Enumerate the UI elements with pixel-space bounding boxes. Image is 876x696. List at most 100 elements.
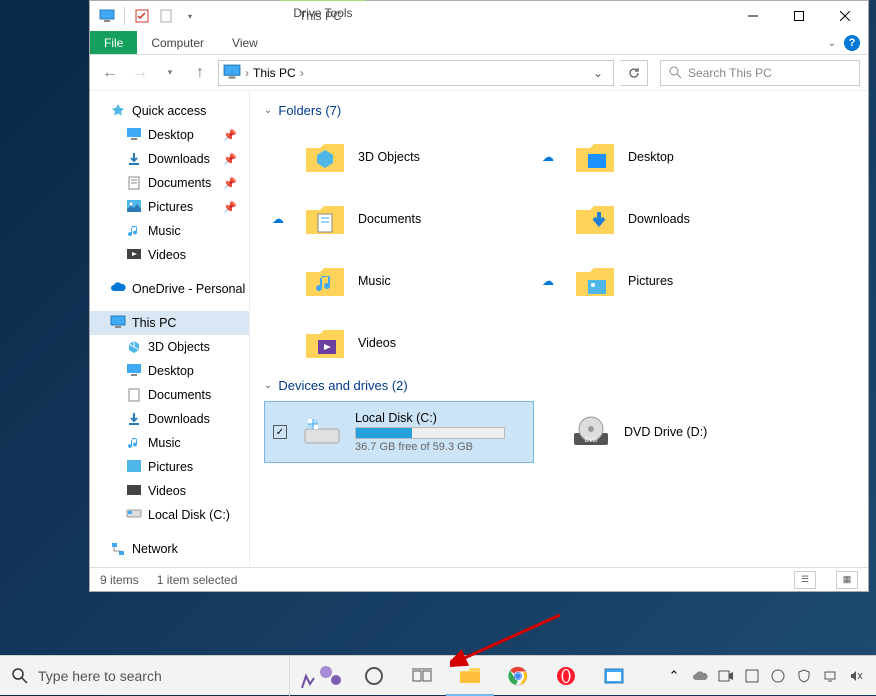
folder-3d-objects[interactable]: 3D Objects [264,126,534,188]
downloads-icon [126,151,142,167]
folder-downloads[interactable]: Downloads [534,188,804,250]
downloads-icon [126,411,142,427]
sidebar-onedrive[interactable]: OneDrive - Personal [90,277,249,301]
pin-icon: 📌 [223,177,237,190]
qat-dropdown-icon[interactable]: ▾ [181,7,199,25]
sidebar-pc-pictures[interactable]: Pictures [90,455,249,479]
chevron-down-icon: ⌄ [264,380,272,391]
ribbon-tabs: File Computer View ⌄ ? [90,31,868,55]
ribbon-help-area: ⌄ ? [828,35,860,51]
pictures-icon [126,199,142,215]
star-icon [110,103,126,119]
computer-tab[interactable]: Computer [137,31,218,54]
folder-documents-icon [304,198,346,240]
title-bar: ▾ This PC [90,1,868,31]
tray-overflow-icon[interactable]: ⌃ [662,656,686,696]
folder-desktop[interactable]: ☁ Desktop [534,126,804,188]
minimize-button[interactable] [730,1,776,31]
sidebar-pc-localdisk[interactable]: Local Disk (C:) [90,503,249,527]
status-item-count: 9 items [100,573,139,587]
sidebar-pc-music[interactable]: Music [90,431,249,455]
forward-button[interactable]: → [128,61,152,85]
sidebar-pc-documents[interactable]: Documents [90,383,249,407]
sidebar-pc-downloads[interactable]: Downloads [90,407,249,431]
address-thispc-icon [223,64,241,82]
qat-new-icon[interactable] [157,7,175,25]
sidebar-qa-desktop[interactable]: Desktop 📌 [90,123,249,147]
tray-language-icon[interactable] [766,656,790,696]
folder-videos[interactable]: Videos [264,312,534,374]
system-tray: ⌃ [662,656,876,696]
music-icon [126,435,142,451]
view-tab[interactable]: View [218,31,272,54]
address-dropdown-icon[interactable]: ⌄ [587,66,609,80]
sidebar-quick-access[interactable]: Quick access [90,99,249,123]
search-input[interactable]: Search This PC [660,60,860,86]
taskbar-opera[interactable] [542,656,590,696]
window-controls [730,1,868,31]
folder-documents[interactable]: ☁ Documents [264,188,534,250]
file-tab[interactable]: File [90,31,137,54]
checkbox-checked-icon[interactable]: ✓ [273,425,287,439]
tray-network-icon[interactable] [818,656,842,696]
content-pane[interactable]: ⌄ Folders (7) 3D Objects ☁ Desktop ☁ Doc… [250,91,868,567]
sidebar-qa-downloads[interactable]: Downloads 📌 [90,147,249,171]
addr-chevron-icon[interactable]: › [300,66,304,80]
pin-icon: 📌 [223,153,237,166]
address-bar[interactable]: › This PC › ⌄ [218,60,614,86]
thispc-icon [110,315,126,331]
sidebar-pc-3d[interactable]: 3D Objects [90,335,249,359]
tray-onedrive-icon[interactable] [688,656,712,696]
qat-properties-icon[interactable] [133,7,151,25]
taskbar-search[interactable]: Type here to search [0,656,290,696]
desktop-icon [126,363,142,379]
pin-icon: 📌 [223,129,237,142]
tray-app-icon[interactable] [740,656,764,696]
search-icon [669,66,682,79]
taskbar-app[interactable] [590,656,638,696]
tray-volume-icon[interactable] [844,656,868,696]
tray-meet-icon[interactable] [714,656,738,696]
refresh-button[interactable] [620,60,648,86]
back-button[interactable]: ← [98,61,122,85]
sidebar-qa-videos[interactable]: Videos [90,243,249,267]
taskbar-cortana[interactable] [350,656,398,696]
svg-text:DVD: DVD [585,438,598,444]
thispc-icon [98,7,116,25]
drive-tools-tab[interactable]: Drive Tools [280,1,366,25]
folders-group-header[interactable]: ⌄ Folders (7) [264,99,854,126]
details-view-button[interactable]: ☰ [794,571,816,589]
breadcrumb-thispc[interactable]: This PC [249,66,300,80]
ribbon-collapse-icon[interactable]: ⌄ [828,38,836,49]
sidebar-qa-pictures[interactable]: Pictures 📌 [90,195,249,219]
taskbar-widget[interactable] [290,656,350,696]
devices-group-header[interactable]: ⌄ Devices and drives (2) [264,374,854,401]
navigation-pane[interactable]: Quick access Desktop 📌 Downloads 📌 Docum… [90,91,250,567]
sidebar-pc-videos[interactable]: Videos [90,479,249,503]
sidebar-pc-desktop[interactable]: Desktop [90,359,249,383]
maximize-button[interactable] [776,1,822,31]
tiles-view-button[interactable]: ▦ [836,571,858,589]
help-icon[interactable]: ? [844,35,860,51]
sidebar-this-pc[interactable]: This PC [90,311,249,335]
dvd-drive-icon: DVD [570,411,612,453]
sidebar-qa-music[interactable]: Music [90,219,249,243]
desktop-icon [126,127,142,143]
up-button[interactable]: ↑ [188,61,212,85]
sidebar-qa-documents[interactable]: Documents 📌 [90,171,249,195]
drive-dvd-d[interactable]: DVD DVD Drive (D:) [534,401,804,463]
tray-security-icon[interactable] [792,656,816,696]
close-button[interactable] [822,1,868,31]
recent-dropdown-icon[interactable]: ▾ [158,61,182,85]
folder-videos-icon [304,322,346,364]
drive-local-c[interactable]: ✓ Local Disk (C:) 36.7 GB free of 59.3 G… [264,401,534,463]
taskbar-explorer[interactable] [446,656,494,696]
cloud-sync-icon: ☁ [542,150,554,164]
folder-pictures[interactable]: ☁ Pictures [534,250,804,312]
taskbar-chrome[interactable] [494,656,542,696]
videos-icon [126,247,142,263]
folder-music[interactable]: Music [264,250,534,312]
drive-tools-context: Manage Drive Tools [280,0,366,25]
sidebar-network[interactable]: Network [90,537,249,561]
taskbar-taskview[interactable] [398,656,446,696]
